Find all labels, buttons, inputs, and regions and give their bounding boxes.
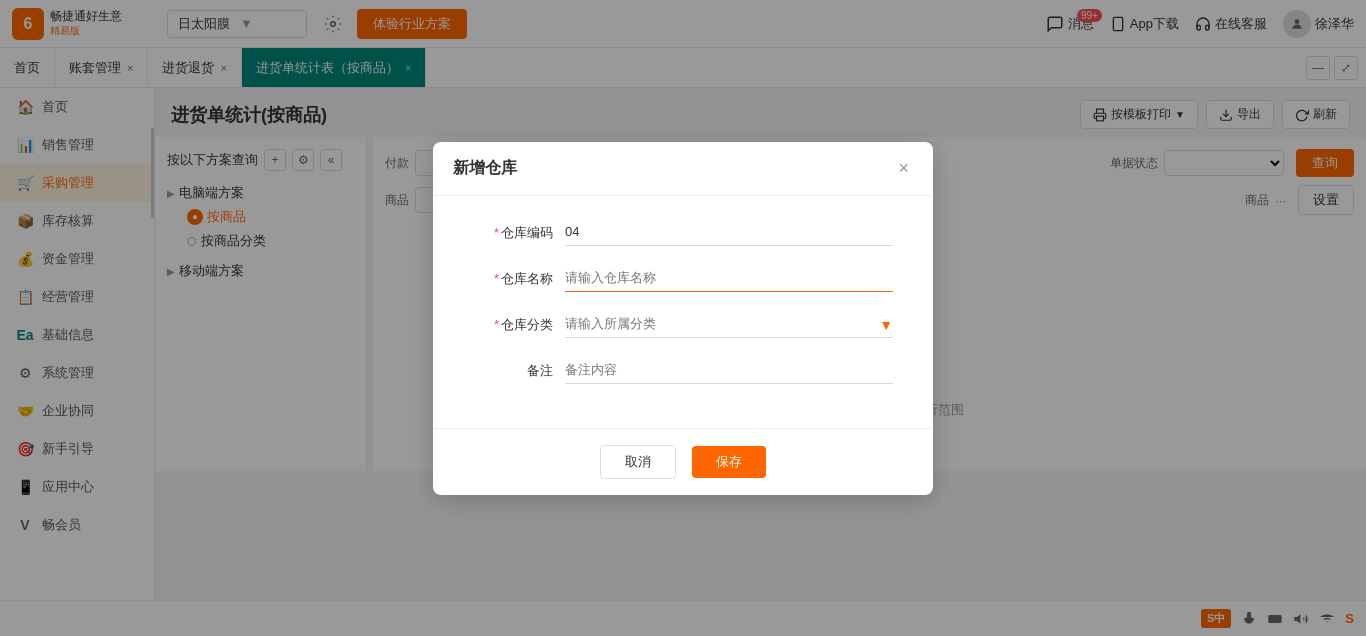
category-input[interactable]: [565, 312, 893, 338]
category-dropdown-icon[interactable]: ▼: [879, 317, 893, 333]
dialog-close-button[interactable]: ×: [894, 159, 913, 177]
new-warehouse-dialog: 新增仓库 × 仓库编码 仓库名称 仓库分类 ▼: [433, 142, 933, 495]
category-label: 仓库分类: [473, 316, 553, 334]
category-input-wrapper: ▼: [565, 312, 893, 338]
form-row-name: 仓库名称: [473, 266, 893, 292]
form-row-code: 仓库编码: [473, 220, 893, 246]
save-button[interactable]: 保存: [692, 446, 766, 478]
modal-overlay: 新增仓库 × 仓库编码 仓库名称 仓库分类 ▼: [0, 0, 1366, 636]
dialog-title: 新增仓库: [453, 158, 517, 179]
form-row-category: 仓库分类 ▼: [473, 312, 893, 338]
dialog-header: 新增仓库 ×: [433, 142, 933, 196]
remark-label: 备注: [473, 362, 553, 380]
name-input[interactable]: [565, 266, 893, 292]
dialog-footer: 取消 保存: [433, 428, 933, 495]
form-row-remark: 备注: [473, 358, 893, 384]
code-input[interactable]: [565, 220, 893, 246]
remark-input[interactable]: [565, 358, 893, 384]
code-label: 仓库编码: [473, 224, 553, 242]
cancel-button[interactable]: 取消: [600, 445, 676, 479]
dialog-body: 仓库编码 仓库名称 仓库分类 ▼ 备注: [433, 196, 933, 428]
name-label: 仓库名称: [473, 270, 553, 288]
